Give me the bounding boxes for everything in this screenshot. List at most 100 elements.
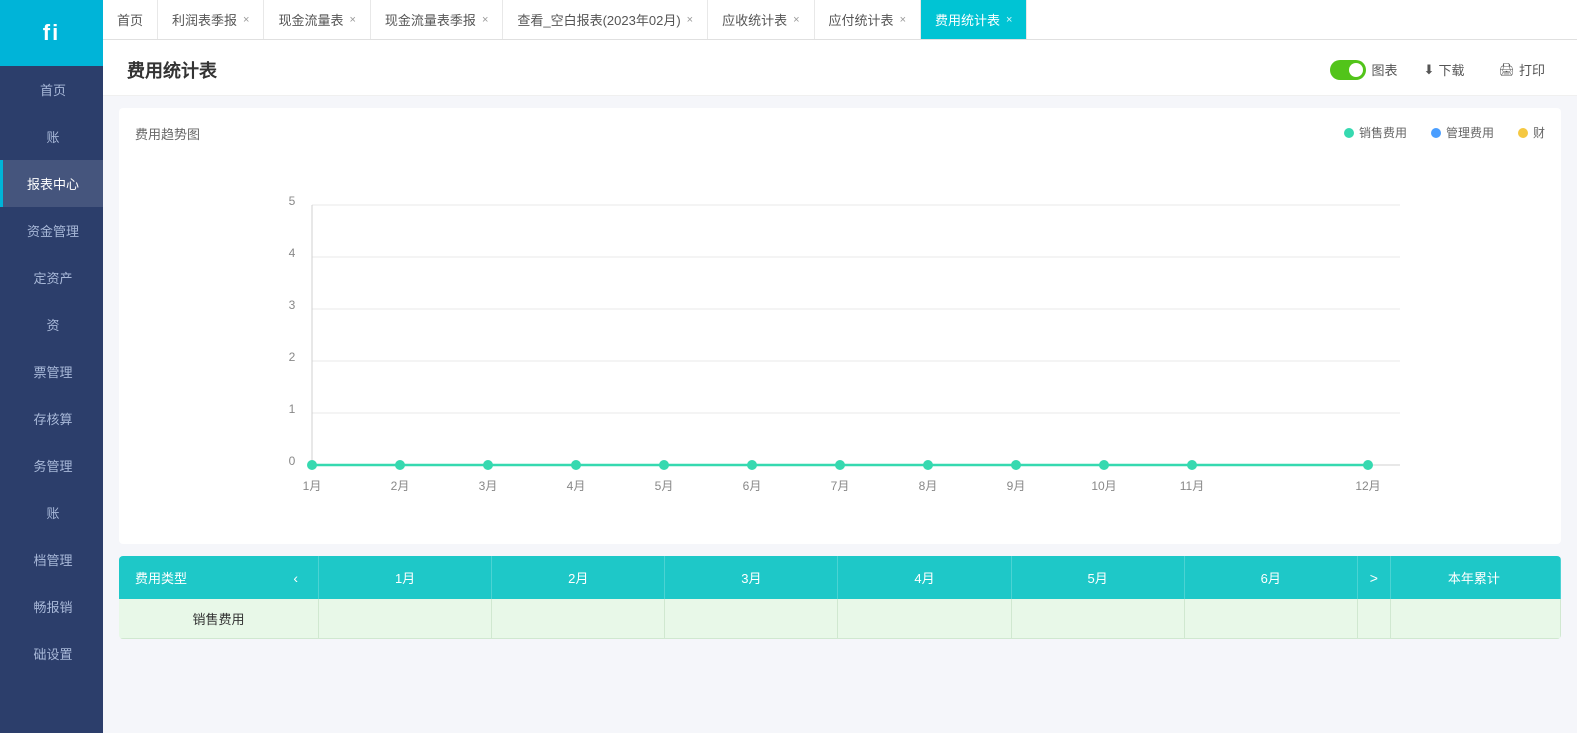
page-header: 费用统计表 图表 ⬇ 下载 🖨 打印 [103,40,1577,96]
main-area: 首页 利润表季报 × 现金流量表 × 现金流量表季报 × 查看_空白报表(202… [103,0,1577,733]
table-header-row: 费用类型 ‹ 1月 2月 3月 4月 5月 [119,556,1561,599]
tab-profit-report-label: 利润表季报 [172,10,237,29]
tab-blank-report-close[interactable]: × [687,14,693,26]
svg-text:8月: 8月 [919,479,938,493]
legend-admin: 管理费用 [1431,124,1494,141]
legend-dot-admin [1431,128,1441,138]
legend-dot-sales [1344,128,1354,138]
table-header-feb: 2月 [492,556,665,599]
tab-cash-flow-quarterly-label: 现金流量表季报 [385,10,476,29]
print-icon: 🖨 [1498,62,1515,78]
tab-home[interactable]: 首页 [103,0,158,39]
tab-expense-stat-label: 费用统计表 [935,10,1000,29]
tab-cash-flow-quarterly-close[interactable]: × [482,14,488,26]
svg-text:1月: 1月 [303,479,322,493]
legend-label-sales: 销售费用 [1359,124,1407,141]
tab-receivable-close[interactable]: × [793,14,799,26]
tabs-bar: 首页 利润表季报 × 现金流量表 × 现金流量表季报 × 查看_空白报表(202… [103,0,1577,40]
svg-text:7月: 7月 [831,479,850,493]
svg-text:0: 0 [289,454,296,468]
tab-receivable[interactable]: 应收统计表 × [708,0,814,39]
sidebar-item-inventory[interactable]: 存核算 [0,395,103,442]
download-icon: ⬇ [1424,62,1435,78]
chart-toggle-switch[interactable] [1330,60,1366,80]
tab-blank-report[interactable]: 查看_空白报表(2023年02月) × [503,0,708,39]
svg-text:4月: 4月 [567,479,586,493]
next-arrow[interactable]: > [1366,570,1382,586]
sidebar-item-investment[interactable]: 资 [0,301,103,348]
table-header-mar-label: 3月 [741,568,761,587]
svg-text:2月: 2月 [391,479,410,493]
download-label: 下载 [1438,60,1464,79]
sidebar-item-expense-report[interactable]: 畅报销 [0,583,103,630]
data-cell-ytd [1388,599,1561,638]
tab-blank-report-label: 查看_空白报表(2023年02月) [517,10,680,29]
svg-text:4: 4 [289,246,296,260]
table-header-ytd-label: 本年累计 [1448,568,1500,587]
tab-cash-flow-quarterly[interactable]: 现金流量表季报 × [371,0,503,39]
legend-label-admin: 管理费用 [1446,124,1494,141]
svg-text:12月: 12月 [1355,479,1380,493]
sidebar-item-fixed-assets[interactable]: 定资产 [0,254,103,301]
prev-arrow[interactable]: ‹ [289,570,302,586]
table-header-type: 费用类型 ‹ [119,556,319,599]
data-cell-may [1012,599,1185,638]
svg-text:9月: 9月 [1007,479,1026,493]
table-header-may: 5月 [1012,556,1185,599]
table-header-mar: 3月 [665,556,838,599]
tab-expense-stat[interactable]: 费用统计表 × [921,0,1027,39]
tab-payable[interactable]: 应付统计表 × [815,0,921,39]
download-button[interactable]: ⬇ 下载 [1416,56,1473,83]
sidebar-item-home[interactable]: 首页 [0,66,103,113]
svg-text:3月: 3月 [479,479,498,493]
sidebar-item-report-center[interactable]: 报表中心 [0,160,103,207]
svg-text:5月: 5月 [655,479,674,493]
sidebar: fi 首页 账 报表中心 资金管理 定资产 资 票管理 存核算 务管理 账 档管… [0,0,103,733]
chart-toggle-text: 图表 [1372,60,1398,79]
tab-cash-flow-close[interactable]: × [349,14,355,26]
sidebar-item-basic-settings[interactable]: 础设置 [0,630,103,677]
data-cell-apr [838,599,1011,638]
svg-text:2: 2 [289,350,296,364]
tab-home-label: 首页 [117,10,143,29]
sidebar-item-fund-management[interactable]: 资金管理 [0,207,103,254]
chart-header: 费用趋势图 销售费用 管理费用 财 [135,124,1545,143]
tab-cash-flow[interactable]: 现金流量表 × [264,0,370,39]
chart-svg-wrapper: 0 1 2 3 4 5 [135,155,1545,528]
sidebar-item-account[interactable]: 账 [0,113,103,160]
legend-label-finance: 财 [1533,124,1545,141]
tab-profit-report-close[interactable]: × [243,14,249,26]
sidebar-item-accounts[interactable]: 账 [0,489,103,536]
chart-legend: 销售费用 管理费用 财 [1344,124,1545,141]
table-row: 销售费用 [119,599,1561,639]
tab-receivable-label: 应收统计表 [722,10,787,29]
sidebar-item-service-management[interactable]: 务管理 [0,442,103,489]
legend-sales: 销售费用 [1344,124,1407,141]
table-header-jun: 6月 [1185,556,1358,599]
tab-payable-label: 应付统计表 [829,10,894,29]
svg-text:1: 1 [289,402,296,416]
table-section: 费用类型 ‹ 1月 2月 3月 4月 5月 [119,556,1561,639]
legend-finance: 财 [1518,124,1545,141]
table-header-may-label: 5月 [1088,568,1108,587]
data-cell-mar [665,599,838,638]
svg-text:11月: 11月 [1180,479,1204,493]
table-header-apr-label: 4月 [914,568,934,587]
svg-text:6月: 6月 [743,479,762,493]
chart-svg: 0 1 2 3 4 5 [135,155,1545,525]
tab-payable-close[interactable]: × [900,14,906,26]
legend-dot-finance [1518,128,1528,138]
tab-expense-stat-close[interactable]: × [1006,14,1012,26]
data-cell-feb [492,599,665,638]
sidebar-item-ticket-management[interactable]: 票管理 [0,348,103,395]
chart-toggle-label: 图表 [1330,60,1398,80]
table-header-jun-label: 6月 [1261,568,1281,587]
sidebar-item-archive-management[interactable]: 档管理 [0,536,103,583]
print-button[interactable]: 🖨 打印 [1490,56,1553,83]
svg-text:5: 5 [289,194,296,208]
tab-profit-report[interactable]: 利润表季报 × [158,0,264,39]
tab-cash-flow-label: 现金流量表 [278,10,343,29]
table-header-ytd: 本年累计 [1388,556,1561,599]
table-header-arrow[interactable]: > [1358,556,1391,599]
data-cell-jun [1185,599,1358,638]
